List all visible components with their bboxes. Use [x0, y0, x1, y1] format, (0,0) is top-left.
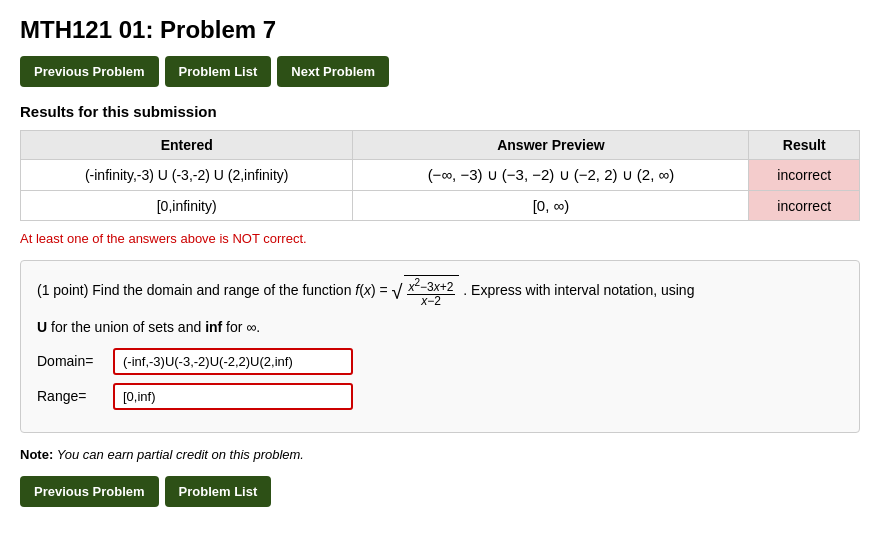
fraction-numerator: x2−3x+2 — [407, 277, 456, 295]
answer-preview-1: (−∞, −3) ∪ (−3, −2) ∪ (−2, 2) ∪ (2, ∞) — [353, 160, 749, 191]
entered-value-2: [0,infinity) — [21, 191, 353, 221]
col-entered: Entered — [21, 131, 353, 160]
results-heading: Results for this submission — [20, 103, 860, 120]
result-badge-1: incorrect — [749, 160, 860, 191]
union-bold: U — [37, 319, 47, 335]
bottom-list-button[interactable]: Problem List — [165, 476, 272, 507]
bottom-prev-button[interactable]: Previous Problem — [20, 476, 159, 507]
sqrt-wrapper: √ x2−3x+2 x−2 — [392, 275, 460, 308]
problem-text: (1 point) Find the domain and range of t… — [37, 275, 843, 308]
nav-buttons: Previous Problem Problem List Next Probl… — [20, 56, 860, 87]
sqrt-content: x2−3x+2 x−2 — [404, 275, 460, 308]
prev-problem-button[interactable]: Previous Problem — [20, 56, 159, 87]
domain-input[interactable] — [113, 348, 353, 375]
results-table: Entered Answer Preview Result (-infinity… — [20, 130, 860, 221]
problem-text-before: Find the domain and range of the functio… — [92, 282, 355, 298]
problem-list-button[interactable]: Problem List — [165, 56, 272, 87]
answer-preview-2: [0, ∞) — [353, 191, 749, 221]
error-message: At least one of the answers above is NOT… — [20, 231, 860, 246]
col-result: Result — [749, 131, 860, 160]
fraction: x2−3x+2 x−2 — [407, 277, 456, 308]
range-label: Range= — [37, 385, 107, 409]
problem-box: (1 point) Find the domain and range of t… — [20, 260, 860, 433]
table-row: (-infinity,-3) U (-3,-2) U (2,infinity) … — [21, 160, 860, 191]
page-title: MTH121 01: Problem 7 — [20, 16, 860, 44]
problem-union-text: U for the union of sets and inf for ∞. — [37, 316, 843, 340]
problem-text-after: . Express with interval notation, using — [463, 282, 694, 298]
result-badge-2: incorrect — [749, 191, 860, 221]
bottom-buttons: Previous Problem Problem List — [20, 476, 860, 507]
note-text: You can earn partial credit on this prob… — [57, 447, 304, 462]
range-input[interactable] — [113, 383, 353, 410]
note-label: Note: — [20, 447, 53, 462]
fraction-denominator: x−2 — [419, 295, 443, 308]
domain-label: Domain= — [37, 350, 107, 374]
next-problem-button[interactable]: Next Problem — [277, 56, 389, 87]
note-section: Note: You can earn partial credit on thi… — [20, 447, 860, 462]
entered-value-1: (-infinity,-3) U (-3,-2) U (2,infinity) — [21, 160, 353, 191]
col-answer-preview: Answer Preview — [353, 131, 749, 160]
function-formula: f(x) = √ x2−3x+2 x−2 — [355, 282, 463, 298]
problem-points: (1 point) — [37, 282, 88, 298]
domain-row: Domain= — [37, 348, 843, 375]
table-row: [0,infinity) [0, ∞) incorrect — [21, 191, 860, 221]
inf-bold: inf — [205, 319, 222, 335]
sqrt-symbol: √ — [392, 282, 403, 302]
range-row: Range= — [37, 383, 843, 410]
